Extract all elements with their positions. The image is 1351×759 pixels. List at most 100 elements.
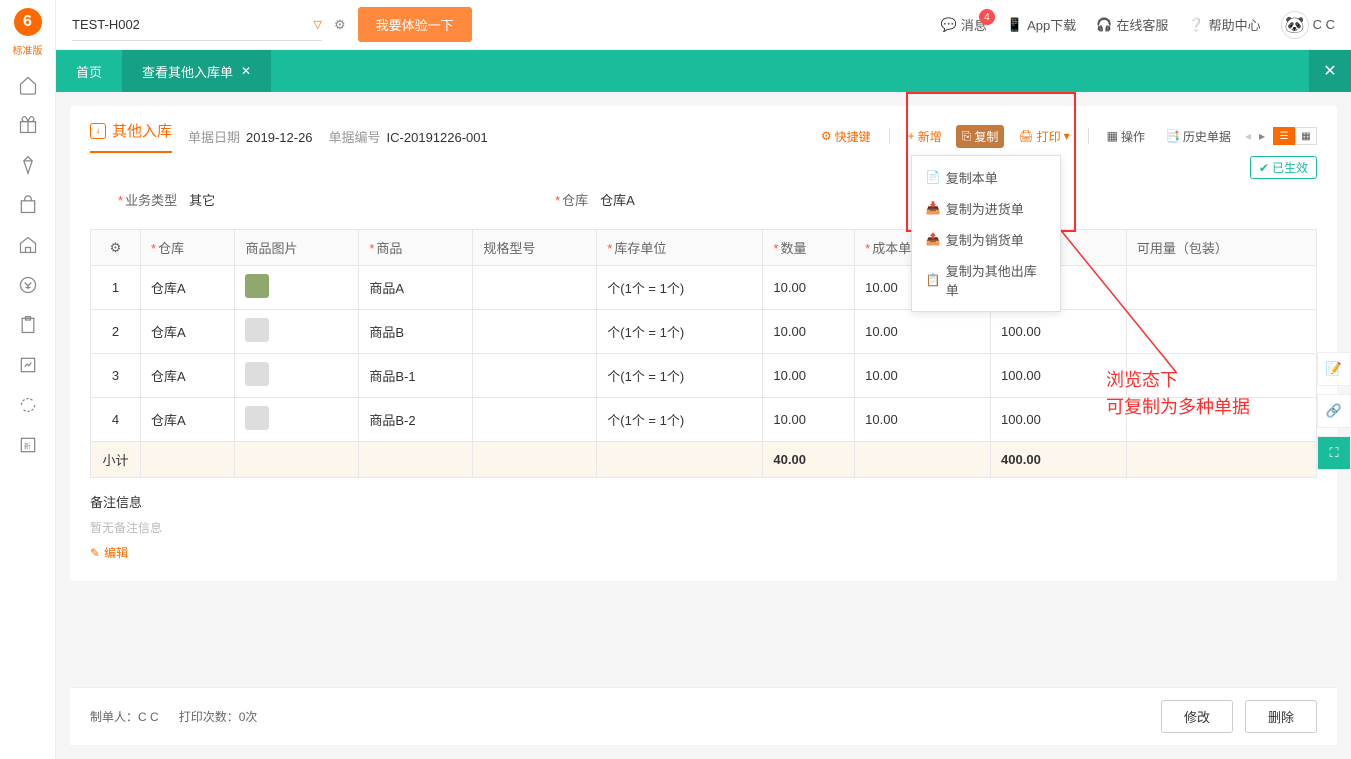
close-icon[interactable]: ✕ xyxy=(241,64,251,78)
float-note-icon[interactable]: 📝 xyxy=(1317,352,1351,386)
nav-report-icon[interactable] xyxy=(16,353,40,377)
col-image: 商品图片 xyxy=(235,230,359,266)
check-icon: ✔ xyxy=(1259,161,1269,175)
tab-current[interactable]: 查看其他入库单 ✕ xyxy=(122,50,271,92)
messages-link[interactable]: 💬 消息 4 xyxy=(941,15,987,34)
remarks-section: 备注信息 暂无备注信息 ✎编辑 xyxy=(90,492,1317,561)
edit-remarks-button[interactable]: ✎编辑 xyxy=(90,544,1317,561)
settings-icon[interactable]: ⚙ xyxy=(334,17,346,33)
tabbar-close-button[interactable]: ✕ xyxy=(1309,50,1351,92)
float-expand-icon[interactable]: ⛶ xyxy=(1317,436,1351,470)
doc-number: 单据编号IC-20191226-001 xyxy=(329,127,488,146)
delete-button[interactable]: 删除 xyxy=(1245,700,1317,733)
help-center-link[interactable]: ❔ 帮助中心 xyxy=(1188,15,1260,34)
product-thumb xyxy=(245,318,269,342)
edit-icon: ✎ xyxy=(90,546,100,560)
doc-icon: 📥 xyxy=(926,201,940,215)
col-spec: 规格型号 xyxy=(473,230,597,266)
nav-clipboard-icon[interactable] xyxy=(16,313,40,337)
items-table: ⚙ *仓库 商品图片 *商品 规格型号 *库存单位 *数量 *成本单价 *成本金… xyxy=(90,229,1317,478)
svg-text:新: 新 xyxy=(23,441,30,450)
nav-new-icon[interactable]: 新 xyxy=(16,433,40,457)
plus-icon: + xyxy=(908,129,915,143)
headset-icon: 🎧 xyxy=(1096,17,1112,33)
operations-button[interactable]: ▦操作 xyxy=(1101,125,1151,148)
copy-icon: ⎘ xyxy=(962,129,972,144)
col-available: 可用量（包装） xyxy=(1126,230,1316,266)
table-row[interactable]: 3 仓库A 商品B-1 个(1个 = 1个) 10.00 10.00 100.0… xyxy=(91,354,1317,398)
doc-date: 单据日期2019-12-26 xyxy=(188,127,313,146)
dropdown-copy-this[interactable]: 📄复制本单 xyxy=(912,162,1060,193)
grid-icon: ▦ xyxy=(1107,129,1118,143)
trial-button[interactable]: 我要体验一下 xyxy=(358,7,472,42)
dropdown-copy-purchase[interactable]: 📥复制为进货单 xyxy=(912,193,1060,224)
doc-icon: 📄 xyxy=(926,170,940,184)
shortcut-button[interactable]: ⚙快捷键 xyxy=(815,125,877,148)
prev-button[interactable]: ◂ xyxy=(1245,129,1251,143)
column-config-button[interactable]: ⚙ xyxy=(91,230,141,266)
view-grid-button[interactable]: ▦ xyxy=(1295,127,1317,145)
logo-icon: 6 xyxy=(14,8,42,36)
warehouse-field: *仓库仓库A xyxy=(555,190,635,209)
card-title: ↓ 其他入库 xyxy=(90,120,172,153)
avatar-icon: 🐼 xyxy=(1281,11,1309,39)
table-row[interactable]: 4 仓库A 商品B-2 个(1个 = 1个) 10.00 10.00 100.0… xyxy=(91,398,1317,442)
copy-button[interactable]: ⎘复制 xyxy=(956,125,1005,148)
col-product: *商品 xyxy=(359,230,473,266)
modify-button[interactable]: 修改 xyxy=(1161,700,1233,733)
nav-gift-icon[interactable] xyxy=(16,113,40,137)
footer-bar: 制单人：C C 打印次数：0次 修改 删除 xyxy=(70,687,1337,745)
subtotal-row: 小计 40.00 400.00 xyxy=(91,442,1317,478)
nav-diamond-icon[interactable] xyxy=(16,153,40,177)
doc-icon: 📋 xyxy=(926,273,940,287)
left-sidebar: 6 标准版 新 xyxy=(0,0,56,759)
inbound-icon: ↓ xyxy=(90,123,106,139)
user-menu[interactable]: 🐼 C C xyxy=(1281,11,1335,39)
col-qty: *数量 xyxy=(763,230,855,266)
print-count-info: 打印次数：0次 xyxy=(179,708,258,725)
customer-service-link[interactable]: 🎧 在线客服 xyxy=(1096,15,1168,34)
document-card: ↓ 其他入库 单据日期2019-12-26 单据编号IC-20191226-00… xyxy=(70,106,1337,581)
col-unit: *库存单位 xyxy=(597,230,763,266)
tabbar: 首页 查看其他入库单 ✕ ✕ xyxy=(56,50,1351,92)
phone-icon: 📱 xyxy=(1007,17,1023,33)
history-button[interactable]: 📑历史单据 xyxy=(1159,125,1237,148)
chevron-down-icon: ▾ xyxy=(1064,129,1070,143)
dropdown-copy-outbound[interactable]: 📋复制为其他出库单 xyxy=(912,255,1060,305)
remarks-title: 备注信息 xyxy=(90,492,1317,511)
new-button[interactable]: +新增 xyxy=(902,125,948,148)
table-row[interactable]: 1 仓库A 商品A 个(1个 = 1个) 10.00 10.00 100.00 xyxy=(91,266,1317,310)
doc-icon: 📤 xyxy=(926,232,940,246)
remarks-empty: 暂无备注信息 xyxy=(90,519,1317,536)
nav-home-icon[interactable] xyxy=(16,73,40,97)
view-list-button[interactable]: ☰ xyxy=(1273,127,1295,145)
status-badge: ✔已生效 xyxy=(1250,156,1317,179)
nav-bag-icon[interactable] xyxy=(16,193,40,217)
nav-warehouse-icon[interactable] xyxy=(16,233,40,257)
print-button[interactable]: 🖨打印 ▾ xyxy=(1012,125,1075,148)
logo-label: 标准版 xyxy=(13,42,43,57)
topbar: TEST-H002 ▽ ⚙ 我要体验一下 💬 消息 4 📱 App下载 🎧 在线… xyxy=(56,0,1351,50)
org-selector[interactable]: TEST-H002 ▽ xyxy=(72,9,322,41)
copy-dropdown: 📄复制本单 📥复制为进货单 📤复制为销货单 📋复制为其他出库单 xyxy=(911,155,1061,312)
next-button[interactable]: ▸ xyxy=(1259,129,1265,143)
nav-money-icon[interactable] xyxy=(16,273,40,297)
app-download-link[interactable]: 📱 App下载 xyxy=(1007,15,1076,34)
gear-icon: ⚙ xyxy=(821,129,832,143)
float-link-icon[interactable]: 🔗 xyxy=(1317,394,1351,428)
org-name: TEST-H002 xyxy=(72,17,140,32)
dropdown-copy-sales[interactable]: 📤复制为销货单 xyxy=(912,224,1060,255)
business-type-field: *业务类型其它 xyxy=(118,190,215,209)
tab-home[interactable]: 首页 xyxy=(56,50,122,92)
message-icon: 💬 xyxy=(941,17,957,33)
col-warehouse: *仓库 xyxy=(141,230,235,266)
maker-info: 制单人：C C xyxy=(90,708,159,725)
nav-sync-icon[interactable] xyxy=(16,393,40,417)
message-badge: 4 xyxy=(979,9,995,25)
help-icon: ❔ xyxy=(1188,17,1204,33)
product-thumb xyxy=(245,274,269,298)
chevron-down-icon: ▽ xyxy=(314,18,322,31)
product-thumb xyxy=(245,362,269,386)
table-row[interactable]: 2 仓库A 商品B 个(1个 = 1个) 10.00 10.00 100.00 xyxy=(91,310,1317,354)
printer-icon: 🖨 xyxy=(1018,129,1033,143)
